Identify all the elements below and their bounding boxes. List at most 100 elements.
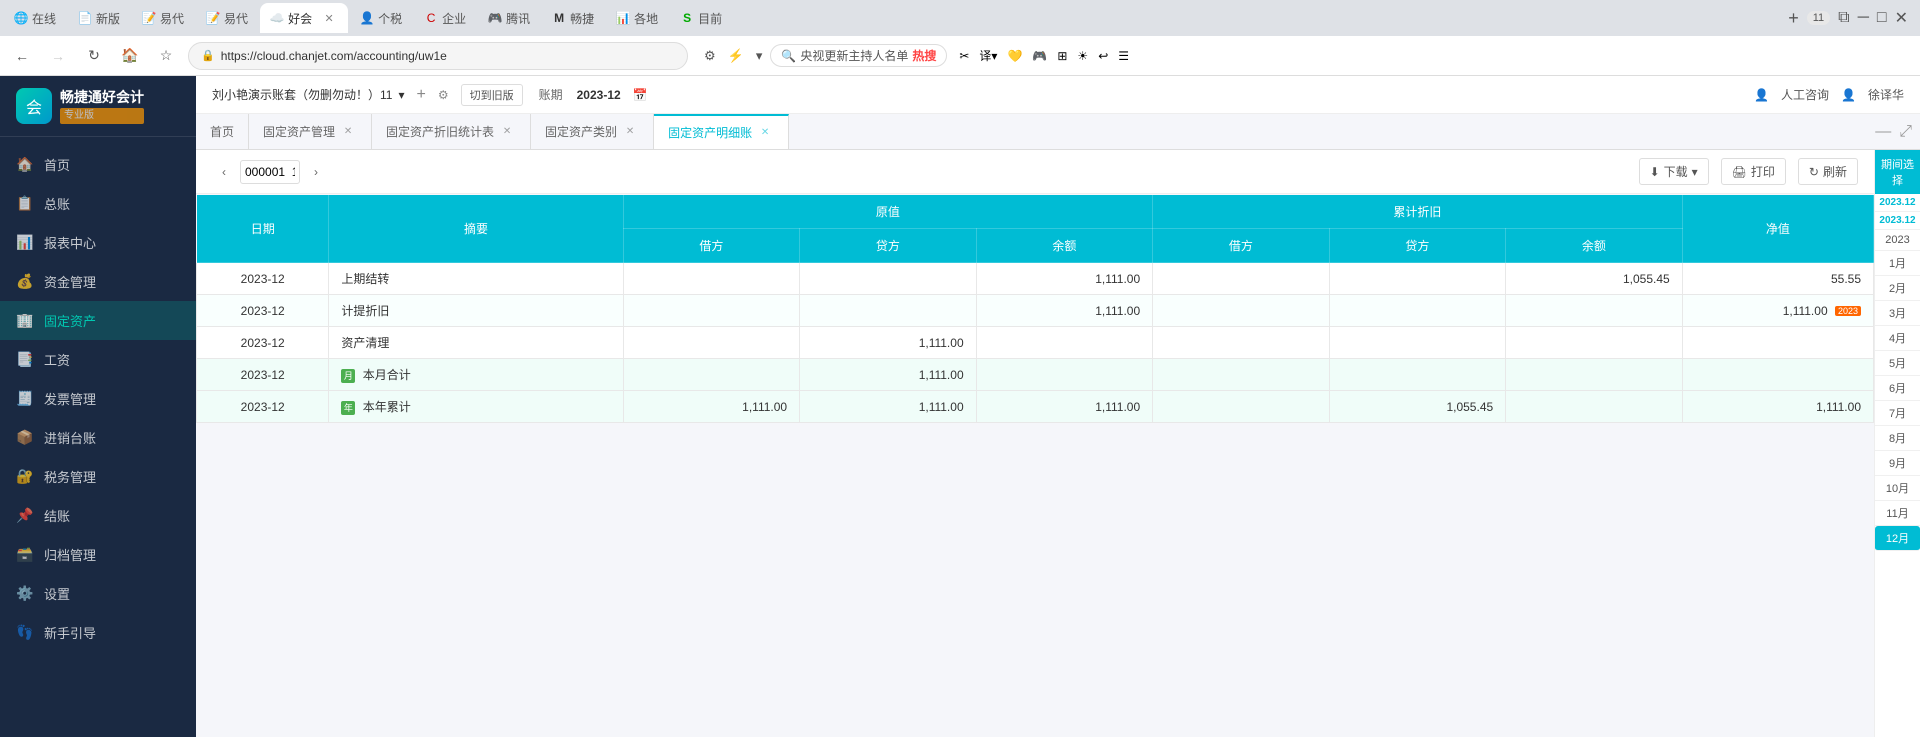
period-year-2023[interactable]: 2023 [1875,230,1920,251]
period-month-11[interactable]: 11月 [1875,501,1920,526]
sidebar-label-inventory: 进销台账 [44,428,96,447]
browser-actions: ⚙ ⚡ ▾ [704,48,762,64]
game-icon[interactable]: 🎮 [1032,49,1047,63]
support-btn[interactable]: 人工咨询 [1781,86,1829,103]
period-month-1[interactable]: 1月 [1875,251,1920,276]
settings-small-icon[interactable]: ⚙ [438,88,449,102]
browser-tab-gedi[interactable]: 📊 各地 [606,3,668,33]
wallet-icon[interactable]: 💛 [1007,49,1022,63]
calendar-icon[interactable]: 📅 [633,88,648,102]
row1-accum-credit [1329,263,1506,295]
browser-tab-qiye[interactable]: C 企业 [414,3,476,33]
back-btn[interactable]: ← [8,42,36,70]
browser-tab-changjie[interactable]: M 畅捷 [542,3,604,33]
browser-tab-new[interactable]: 📄 新版 [68,3,130,33]
tab-close-haokuai[interactable]: ✕ [320,9,338,27]
forward-btn[interactable]: → [44,42,72,70]
history-icon[interactable]: ↩ [1098,49,1108,63]
period-month-9[interactable]: 9月 [1875,451,1920,476]
sidebar-item-payroll[interactable]: 📑 工资 [0,340,196,379]
page-tab-asset-category[interactable]: 固定资产类别 ✕ [531,114,654,149]
refresh-btn[interactable]: ↻ [80,42,108,70]
table-row: 2023-12 月 本月合计 1,111.00 [197,359,1874,391]
col-sub-accum-balance: 余额 [1506,229,1683,263]
sidebar-item-invoices[interactable]: 🧾 发票管理 [0,379,196,418]
minimize-btn[interactable]: ─ [1858,9,1869,27]
sidebar-item-guide[interactable]: 👣 新手引导 [0,613,196,652]
dropdown-arrow-icon[interactable]: ▾ [398,88,404,102]
period-month-3[interactable]: 3月 [1875,301,1920,326]
sidebar-item-settings[interactable]: ⚙️ 设置 [0,574,196,613]
print-btn[interactable]: 🖨 打印 [1721,158,1786,185]
top-bar: 刘小艳演示账套（勿删勿动！）11 ▾ + ⚙ 切到旧版 账期 2023-12 📅… [196,76,1920,114]
period-month-12[interactable]: 12月 [1875,526,1920,551]
page-tab-close-asset-category[interactable]: ✕ [621,123,639,141]
browser-tab-yidai2[interactable]: 📝 易代 [196,3,258,33]
next-page-btn[interactable]: › [304,160,328,184]
bookmark-btn[interactable]: ☆ [152,42,180,70]
theme-icon[interactable]: ☀ [1077,49,1088,63]
close-window-btn[interactable]: ✕ [1895,8,1908,28]
browser-tab-haokuai[interactable]: ☁️ 好会 ✕ [260,3,348,33]
sidebar-item-funds[interactable]: 💰 资金管理 [0,262,196,301]
browser-tab-yidai1[interactable]: 📝 易代 [132,3,194,33]
tab-label-qiye: 企业 [442,10,466,27]
row1-orig-debit [623,263,800,295]
browser-tab-online[interactable]: 🌐 在线 [4,3,66,33]
period-month-7[interactable]: 7月 [1875,401,1920,426]
page-number-input[interactable] [240,160,300,184]
translate-icon[interactable]: 译▾ [979,47,997,64]
sidebar-item-closing[interactable]: 📌 结账 [0,496,196,535]
home-btn[interactable]: 🏠 [116,42,144,70]
page-tabs: 首页 固定资产管理 ✕ 固定资产折旧统计表 ✕ 固定资产类别 ✕ 固定资产明细账… [196,114,1920,150]
sidebar-item-archive[interactable]: 🗃️ 归档管理 [0,535,196,574]
row1-net-value: 55.55 [1682,263,1873,295]
search-box[interactable]: 🔍 央视更新主持人名单 热搜 [770,44,947,67]
restore-window-btn[interactable]: ⧉ [1838,9,1849,27]
add-account-btn[interactable]: + [417,86,426,104]
grid-icon[interactable]: ⊞ [1057,49,1067,63]
sidebar-item-ledger[interactable]: 📋 总账 [0,184,196,223]
maximize-btn[interactable]: □ [1877,9,1887,27]
scissors-icon[interactable]: ✂ [959,49,969,63]
page-tab-depreciation[interactable]: 固定资产折旧统计表 ✕ [372,114,531,149]
page-tab-home[interactable]: 首页 [196,114,249,149]
refresh-btn[interactable]: ↻ 刷新 [1798,158,1858,185]
page-tab-asset-detail[interactable]: 固定资产明细账 ✕ [654,114,789,149]
dropdown-icon[interactable]: ▾ [756,48,763,64]
lightning-icon[interactable]: ⚡ [728,48,744,64]
browser-tab-tencent[interactable]: 🎮 腾讯 [478,3,540,33]
period-month-5[interactable]: 5月 [1875,351,1920,376]
period-month-6[interactable]: 6月 [1875,376,1920,401]
sidebar-item-tax[interactable]: 🔐 税务管理 [0,457,196,496]
new-tab-btn[interactable]: + [1788,8,1799,29]
page-tab-fixed-mgmt[interactable]: 固定资产管理 ✕ [249,114,372,149]
address-input[interactable]: 🔒 https://cloud.chanjet.com/accounting/u… [188,42,688,70]
sidebar-item-reports[interactable]: 📊 报表中心 [0,223,196,262]
page-tab-close-depreciation[interactable]: ✕ [498,123,516,141]
browser-tab-geshui[interactable]: 👤 个税 [350,3,412,33]
period-start-date[interactable]: 2023.12 [1875,194,1920,212]
sidebar-item-home[interactable]: 🏠 首页 [0,145,196,184]
prev-page-btn[interactable]: ‹ [212,160,236,184]
menu-icon[interactable]: ☰ [1118,49,1129,63]
extensions-icon[interactable]: ⚙ [704,48,716,64]
period-month-4[interactable]: 4月 [1875,326,1920,351]
period-end-date[interactable]: 2023.12 [1875,212,1920,230]
maximize-page-btn[interactable]: ⤢ [1899,123,1912,141]
search-text: 央视更新主持人名单 [800,47,908,64]
row1-accum-balance: 1,055.45 [1506,263,1683,295]
sidebar-item-inventory[interactable]: 📦 进销台账 [0,418,196,457]
period-month-10[interactable]: 10月 [1875,476,1920,501]
tab-label-geshui: 个税 [378,10,402,27]
minimize-page-btn[interactable]: — [1875,123,1891,141]
switch-version-btn[interactable]: 切到旧版 [461,84,523,106]
period-month-2[interactable]: 2月 [1875,276,1920,301]
sidebar-item-fixed-assets[interactable]: 🏢 固定资产 [0,301,196,340]
page-tab-close-fixed-mgmt[interactable]: ✕ [339,123,357,141]
page-tab-close-asset-detail[interactable]: ✕ [756,124,774,142]
browser-tab-muqian[interactable]: S 目前 [670,3,732,33]
download-btn[interactable]: ⬇ 下载 ▾ [1639,158,1709,185]
row5-date: 2023-12 [197,391,329,423]
period-month-8[interactable]: 8月 [1875,426,1920,451]
